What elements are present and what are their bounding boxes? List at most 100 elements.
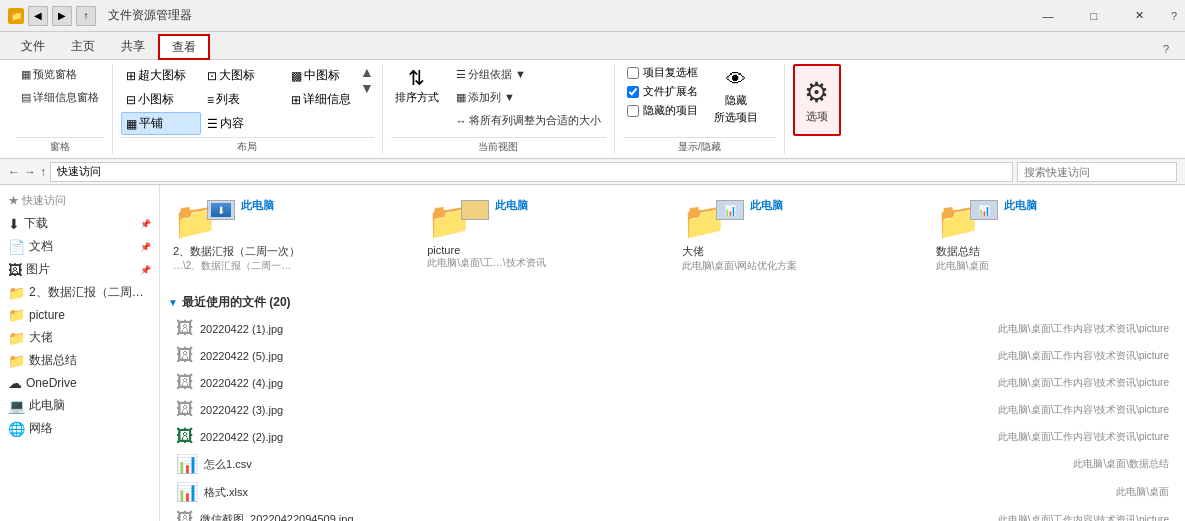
view-tile[interactable]: ▦ 平铺	[121, 112, 201, 135]
folder-thumb-0: 📁 ⬇	[173, 198, 237, 242]
recent-section-header[interactable]: ▼ 最近使用的文件 (20)	[168, 290, 1177, 315]
folder-this-pc-0: 此电脑	[241, 198, 274, 213]
title-bar-left: 📁 ◀ ▶ ↑ 文件资源管理器	[8, 6, 192, 26]
view-large-icons[interactable]: ⊡ 大图标	[202, 64, 282, 87]
app-icon: 📁	[8, 8, 24, 24]
help-button[interactable]: ?	[1171, 0, 1177, 32]
options-button[interactable]: ⚙ 选项	[793, 64, 841, 136]
folder-thumb-2: 📁 📊	[682, 198, 746, 242]
item-checkbox-input[interactable]	[627, 67, 639, 79]
top-folder-datasummary[interactable]: 📁 📊 此电脑 数据总结 此电脑\桌面	[931, 193, 1177, 278]
add-column-button[interactable]: ▦ 添加列 ▼	[451, 87, 606, 108]
list-item[interactable]: 📊 格式.xlsx 此电脑\桌面	[168, 478, 1177, 506]
close-button[interactable]: ✕	[1117, 0, 1163, 32]
file-ext-input[interactable]	[627, 86, 639, 98]
nav-back-btn[interactable]: ←	[8, 165, 20, 179]
sidebar-item-pics[interactable]: 🖼 图片 📌	[0, 258, 159, 281]
quick-access-back[interactable]: ◀	[28, 6, 48, 26]
folder-icon-2: 📁	[8, 330, 25, 346]
folder-path-1: 此电脑\桌面\工…\技术资讯	[427, 256, 545, 270]
address-bar: ← → ↑	[0, 159, 1185, 185]
list-item[interactable]: 🖼 20220422 (5).jpg 此电脑\桌面\工作内容\技术资讯\pict…	[168, 342, 1177, 369]
top-folder-dafei[interactable]: 📁 📊 此电脑 大佬 此电脑\桌面\网站优化方案	[677, 193, 923, 278]
docs-icon: 📄	[8, 239, 25, 255]
list-item[interactable]: 🖼 微信截图_20220422094509.jpg 此电脑\桌面\工作内容\技术…	[168, 506, 1177, 521]
tile-icon: ▦	[126, 117, 137, 131]
hidden-items-toggle[interactable]: 隐藏的项目	[623, 102, 702, 119]
tab-home[interactable]: 主页	[58, 33, 108, 59]
layout-scroll-down[interactable]: ▼	[360, 80, 374, 96]
list-item[interactable]: 🖼 20220422 (2).jpg 此电脑\桌面\工作内容\技术资讯\pict…	[168, 423, 1177, 450]
sidebar-item-dafei[interactable]: 📁 大佬	[0, 326, 159, 349]
sidebar-item-docs[interactable]: 📄 文档 📌	[0, 235, 159, 258]
showhide-label: 显示/隐藏	[623, 137, 776, 154]
hidden-items-input[interactable]	[627, 105, 639, 117]
group-by-button[interactable]: ☰ 分组依据 ▼	[451, 64, 606, 85]
sidebar-item-picture[interactable]: 📁 picture	[0, 304, 159, 326]
ribbon-group-layout: ⊞ 超大图标 ⊡ 大图标 ⊟ 小图标 ≡ 列表 ▦ 平铺	[113, 64, 383, 154]
onedrive-icon: ☁	[8, 375, 22, 391]
sidebar-item-network[interactable]: 🌐 网络	[0, 417, 159, 440]
hide-button[interactable]: 👁 隐藏 所选项目	[710, 64, 762, 129]
folder-icon-3: 📁	[8, 353, 25, 369]
list-item[interactable]: 🖼 20220422 (4).jpg 此电脑\桌面\工作内容\技术资讯\pict…	[168, 369, 1177, 396]
jpg-icon-2: 🖼	[176, 372, 194, 393]
view-small-icons[interactable]: ⊟ 小图标	[121, 88, 201, 111]
folder-name-3: 数据总结	[936, 244, 980, 259]
top-folder-data-report[interactable]: 📁 ⬇ 此电脑 2、数据汇报（二周一次） …\2、数据汇报（二周一…	[168, 193, 414, 278]
tab-view[interactable]: 查看	[158, 34, 210, 60]
view-content[interactable]: ☰ 内容	[202, 112, 282, 135]
large-grid-icon: ⊡	[207, 69, 217, 83]
minimize-button[interactable]: —	[1025, 0, 1071, 32]
address-input[interactable]	[50, 162, 1013, 182]
layout-scroll-up[interactable]: ▲	[360, 64, 374, 80]
list-item[interactable]: 📊 怎么1.csv 此电脑\桌面\数据总结	[168, 450, 1177, 478]
quick-access-up[interactable]: ↑	[76, 6, 96, 26]
pin-icon-2: 📌	[140, 265, 151, 275]
sidebar-item-thispc[interactable]: 💻 此电脑	[0, 394, 159, 417]
view-extra-large-icons[interactable]: ⊞ 超大图标	[121, 64, 201, 87]
folder-preview-2: 📊	[716, 200, 744, 220]
quick-access-forward[interactable]: ▶	[52, 6, 72, 26]
main-area: ★ 快速访问 ⬇ 下载 📌 📄 文档 📌 🖼 图片 📌 📁 2、数据汇报（二周……	[0, 185, 1185, 521]
folder-preview-0: ⬇	[207, 200, 235, 220]
nav-forward-btn[interactable]: →	[24, 165, 36, 179]
preview-pane-button[interactable]: ▦ 预览窗格	[16, 64, 104, 85]
view-list[interactable]: ≡ 列表	[202, 88, 282, 111]
sidebar-item-data-summary[interactable]: 📁 数据总结	[0, 349, 159, 372]
item-checkbox-toggle[interactable]: 项目复选框	[623, 64, 702, 81]
details-pane-button[interactable]: ▤ 详细信息窗格	[16, 87, 104, 108]
list-item[interactable]: 🖼 20220422 (1).jpg 此电脑\桌面\工作内容\技术资讯\pict…	[168, 315, 1177, 342]
excel-thumb: 📊	[724, 205, 736, 216]
folder-icon-1: 📁	[8, 307, 25, 323]
tab-file[interactable]: 文件	[8, 33, 58, 59]
file-ext-toggle[interactable]: 文件扩展名	[623, 83, 702, 100]
nav-up-btn[interactable]: ↑	[40, 165, 46, 179]
sidebar: ★ 快速访问 ⬇ 下载 📌 📄 文档 📌 🖼 图片 📌 📁 2、数据汇报（二周……	[0, 185, 160, 521]
view-medium-icons[interactable]: ▩ 中图标	[286, 64, 356, 87]
details-icon: ▤	[21, 91, 31, 104]
fit-columns-button[interactable]: ↔ 将所有列调整为合适的大小	[451, 110, 606, 131]
search-input[interactable]	[1017, 162, 1177, 182]
maximize-button[interactable]: □	[1071, 0, 1117, 32]
details-view-icon: ⊞	[291, 93, 301, 107]
sidebar-item-download[interactable]: ⬇ 下载 📌	[0, 212, 159, 235]
window-controls: — □ ✕ ?	[1025, 0, 1177, 32]
layout-content: ⊞ 超大图标 ⊡ 大图标 ⊟ 小图标 ≡ 列表 ▦ 平铺	[121, 64, 374, 135]
sidebar-item-onedrive[interactable]: ☁ OneDrive	[0, 372, 159, 394]
download-icon: ⬇	[8, 216, 20, 232]
top-folder-picture[interactable]: 📁 此电脑 picture 此电脑\桌面\工…\技术资讯	[422, 193, 668, 278]
ribbon-tabs: 文件 主页 共享 查看 ?	[0, 32, 1185, 60]
list-item[interactable]: 🖼 20220422 (3).jpg 此电脑\桌面\工作内容\技术资讯\pict…	[168, 396, 1177, 423]
ribbon-help-button[interactable]: ?	[1155, 39, 1177, 59]
excel-thumb-2: 📊	[978, 205, 990, 216]
sidebar-item-data-report[interactable]: 📁 2、数据汇报（二周…	[0, 281, 159, 304]
sort-icon: ⇅	[408, 66, 425, 90]
view-details[interactable]: ⊞ 详细信息	[286, 88, 356, 111]
tab-share[interactable]: 共享	[108, 33, 158, 59]
folder-path-0: …\2、数据汇报（二周一…	[173, 259, 291, 273]
sort-by-button[interactable]: ⇅ 排序方式	[391, 64, 443, 107]
folder-info-2: 此电脑	[750, 198, 783, 213]
ribbon-group-options: ⚙ 选项 -	[785, 64, 849, 154]
panes-content: ▦ 预览窗格 ▤ 详细信息窗格	[16, 64, 104, 135]
